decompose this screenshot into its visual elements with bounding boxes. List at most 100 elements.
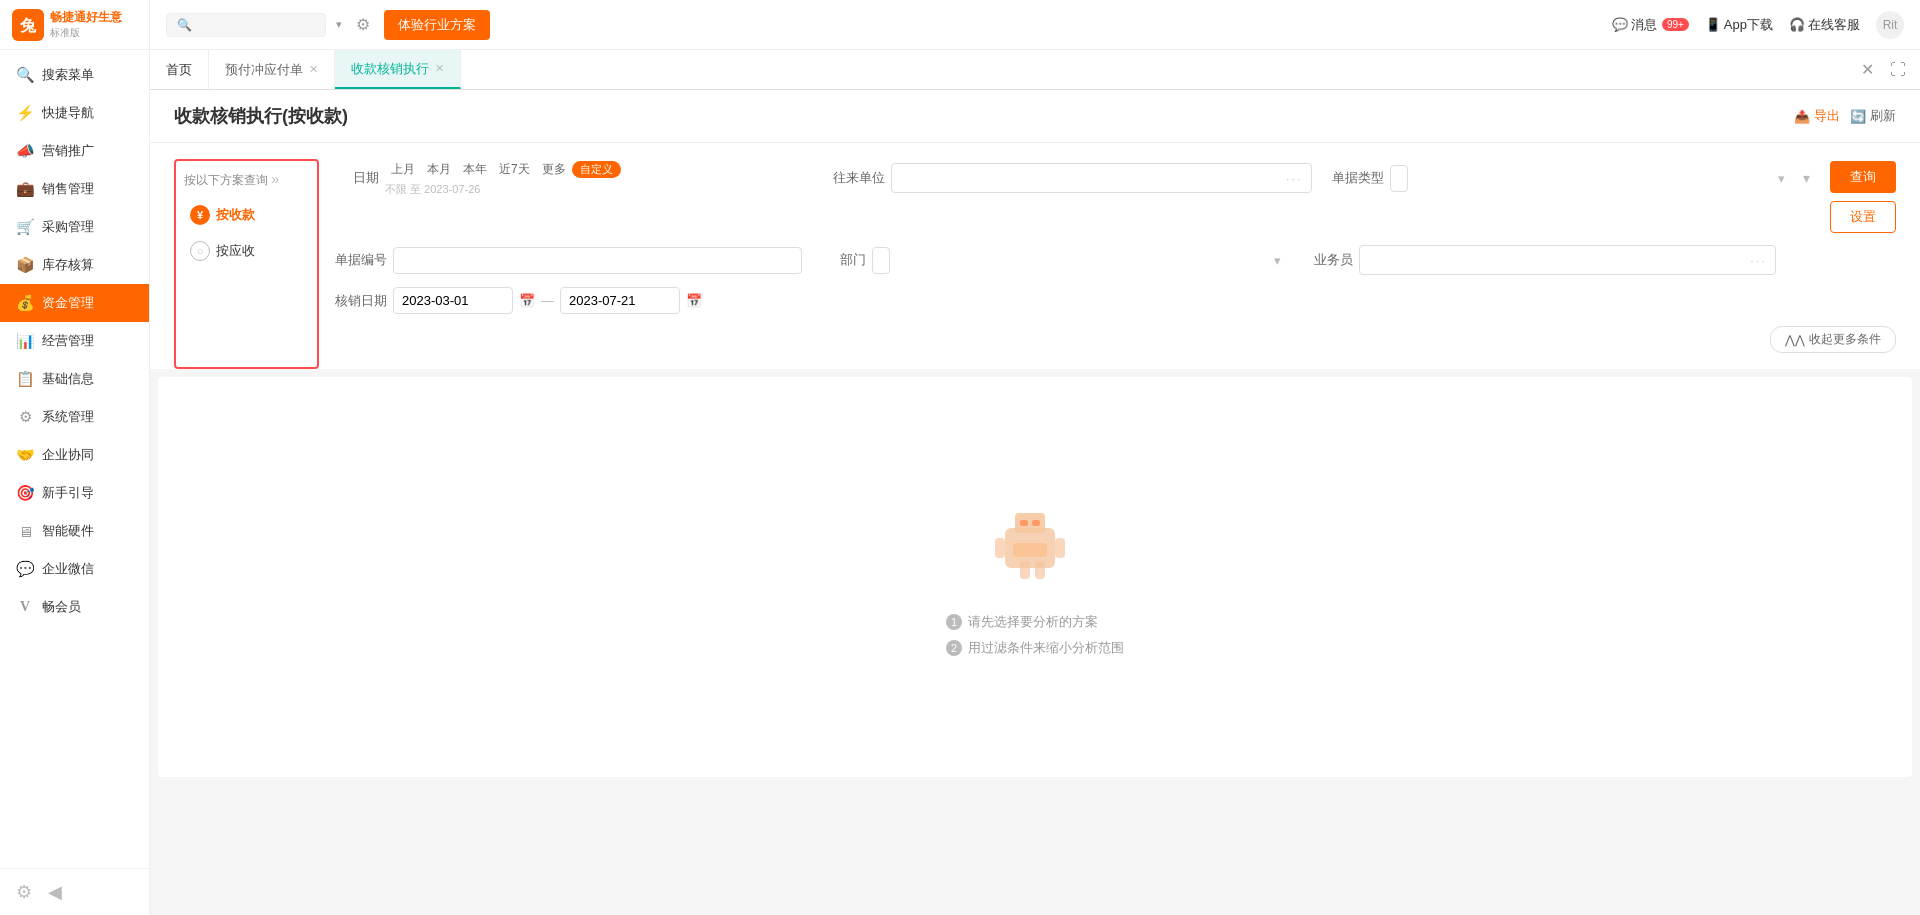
doc-type-dropdown-icon[interactable]: ▾ [1803,170,1810,186]
sidebar-label-quicknav: 快捷导航 [42,104,94,122]
tab-prepay[interactable]: 预付冲应付单 ✕ [209,50,335,89]
dept-select[interactable] [872,247,890,274]
sidebar-item-operation[interactable]: 📊 经营管理 [0,322,149,360]
filter-sidebar-title-text: 按以下方案查询 [184,173,268,187]
logo-icon: 兔 [12,9,44,41]
dept-label: 部门 [822,251,866,269]
export-label: 导出 [1814,107,1840,125]
sidebar-item-wechat[interactable]: 💬 企业微信 [0,550,149,588]
user-avatar[interactable]: Rit [1876,11,1904,39]
verify-date-start-input[interactable] [393,287,513,314]
filter-option-receipt-label: 按收款 [216,206,255,224]
app-logo: 兔 畅捷通好生意 标准版 [0,0,149,50]
date-btn-last-month[interactable]: 上月 [385,159,421,180]
tab-prepay-label: 预付冲应付单 [225,61,303,79]
sidebar-label-collab: 企业协同 [42,446,94,464]
operation-icon: 📊 [16,332,34,350]
tab-verify[interactable]: 收款核销执行 ✕ [335,50,461,89]
topbar-chevron-icon[interactable]: ▾ [336,18,342,31]
online-service-btn[interactable]: 🎧 在线客服 [1789,16,1860,34]
tab-home-label: 首页 [166,61,192,79]
query-settings-col: 查询 设置 [1830,161,1896,233]
sidebar-label-operation: 经营管理 [42,332,94,350]
app-download-btn[interactable]: 📱 App下载 [1705,16,1773,34]
verify-date-sep: — [541,293,554,308]
topbar-search-icon: 🔍 [177,18,192,32]
query-button[interactable]: 查询 [1830,161,1896,193]
collapse-more-label: 收起更多条件 [1809,331,1881,348]
dept-field: 部门 [822,245,1289,275]
inventory-icon: 📦 [16,256,34,274]
doc-no-label: 单据编号 [335,251,387,269]
wechat-icon: 💬 [16,560,34,578]
date-label: 日期 [335,169,379,187]
filter-option-by-receivable[interactable]: ○ 按应收 [184,233,309,269]
topbar-search-box[interactable]: 🔍 [166,13,326,37]
sidebar-item-finance[interactable]: 💰 资金管理 [0,284,149,322]
doc-type-select[interactable] [1390,165,1408,192]
filter-collapse-icon[interactable]: » [271,171,279,187]
partner-input[interactable]: ··· [891,163,1311,193]
tab-verify-close[interactable]: ✕ [435,62,444,75]
tab-prepay-close[interactable]: ✕ [309,63,318,76]
system-icon: ⚙ [16,408,34,426]
date-no-limit-text: 不限 至 2023-07-26 [385,182,813,197]
sidebar-item-marketing[interactable]: 📣 营销推广 [0,132,149,170]
message-button[interactable]: 💬 消息 99+ [1612,16,1689,34]
sidebar-bottom: ⚙ ◀ [0,868,149,915]
verify-date-end-input[interactable] [560,287,680,314]
sidebar-item-search[interactable]: 🔍 搜索菜单 [0,56,149,94]
sidebar-item-quicknav[interactable]: ⚡ 快捷导航 [0,94,149,132]
sidebar: 兔 畅捷通好生意 标准版 🔍 搜索菜单 ⚡ 快捷导航 📣 营销推广 💼 销售管理… [0,0,150,915]
date-btn-this-year[interactable]: 本年 [457,159,493,180]
filter-option-by-receipt[interactable]: ¥ 按收款 [184,197,309,233]
verify-date-label: 核销日期 [335,292,387,310]
data-area: 请先选择要分析的方案 用过滤条件来缩小分析范围 [158,377,1912,777]
sidebar-item-guide[interactable]: 🎯 新手引导 [0,474,149,512]
page-header-actions: 📤 导出 🔄 刷新 [1794,107,1896,139]
sidebar-label-sales: 销售管理 [42,180,94,198]
verify-date-cal-end[interactable]: 📅 [686,293,702,308]
search-icon: 🔍 [16,66,34,84]
verify-date-cal-start[interactable]: 📅 [519,293,535,308]
date-quick-row: 上月 本月 本年 近7天 更多 自定义 [385,159,813,180]
staff-input[interactable]: ··· [1359,245,1776,275]
sidebar-item-sales[interactable]: 💼 销售管理 [0,170,149,208]
sidebar-label-wechat: 企业微信 [42,560,94,578]
sidebar-item-purchase[interactable]: 🛒 采购管理 [0,208,149,246]
sidebar-item-collab[interactable]: 🤝 企业协同 [0,436,149,474]
doc-no-input[interactable] [393,247,802,274]
expand-button[interactable]: ⛶ [1884,59,1912,81]
topbar-gear-icon[interactable]: ⚙ [356,15,370,34]
settings-button[interactable]: 设置 [1830,201,1896,233]
solution-button[interactable]: 体验行业方案 [384,10,490,40]
date-btn-7days[interactable]: 近7天 [493,159,536,180]
export-button[interactable]: 📤 导出 [1794,107,1840,125]
date-field: 日期 上月 本月 本年 近7天 更多 自定义 不限 至 [335,159,813,197]
settings-bottom-icon[interactable]: ⚙ [16,881,32,903]
verify-date-row: 核销日期 📅 — 📅 [335,287,1896,314]
tab-verify-label: 收款核销执行 [351,60,429,78]
message-badge: 99+ [1662,18,1689,31]
sidebar-item-basic[interactable]: 📋 基础信息 [0,360,149,398]
sidebar-label-hardware: 智能硬件 [42,522,94,540]
sidebar-label-search: 搜索菜单 [42,66,94,84]
refresh-label: 刷新 [1870,107,1896,125]
sidebar-item-member[interactable]: V 畅会员 [0,588,149,626]
export-icon: 📤 [1794,109,1810,124]
refresh-button[interactable]: 🔄 刷新 [1850,107,1896,125]
sidebar-item-hardware[interactable]: 🖥 智能硬件 [0,512,149,550]
close-all-tabs-button[interactable]: ✕ [1855,58,1880,81]
sidebar-item-system[interactable]: ⚙ 系统管理 [0,398,149,436]
tab-home[interactable]: 首页 [150,50,209,89]
collapse-sidebar-icon[interactable]: ◀ [48,881,62,903]
date-btn-more[interactable]: 更多 [536,159,572,180]
date-btn-custom[interactable]: 自定义 [572,161,621,178]
date-btn-this-month[interactable]: 本月 [421,159,457,180]
sidebar-label-purchase: 采购管理 [42,218,94,236]
sidebar-item-inventory[interactable]: 📦 库存核算 [0,246,149,284]
guide-icon: 🎯 [16,484,34,502]
collapse-more-button[interactable]: ⋀⋀ 收起更多条件 [1770,326,1896,353]
page-content: 收款核销执行(按收款) 📤 导出 🔄 刷新 按以下方案查询 » [150,90,1920,915]
sidebar-label-finance: 资金管理 [42,294,94,312]
